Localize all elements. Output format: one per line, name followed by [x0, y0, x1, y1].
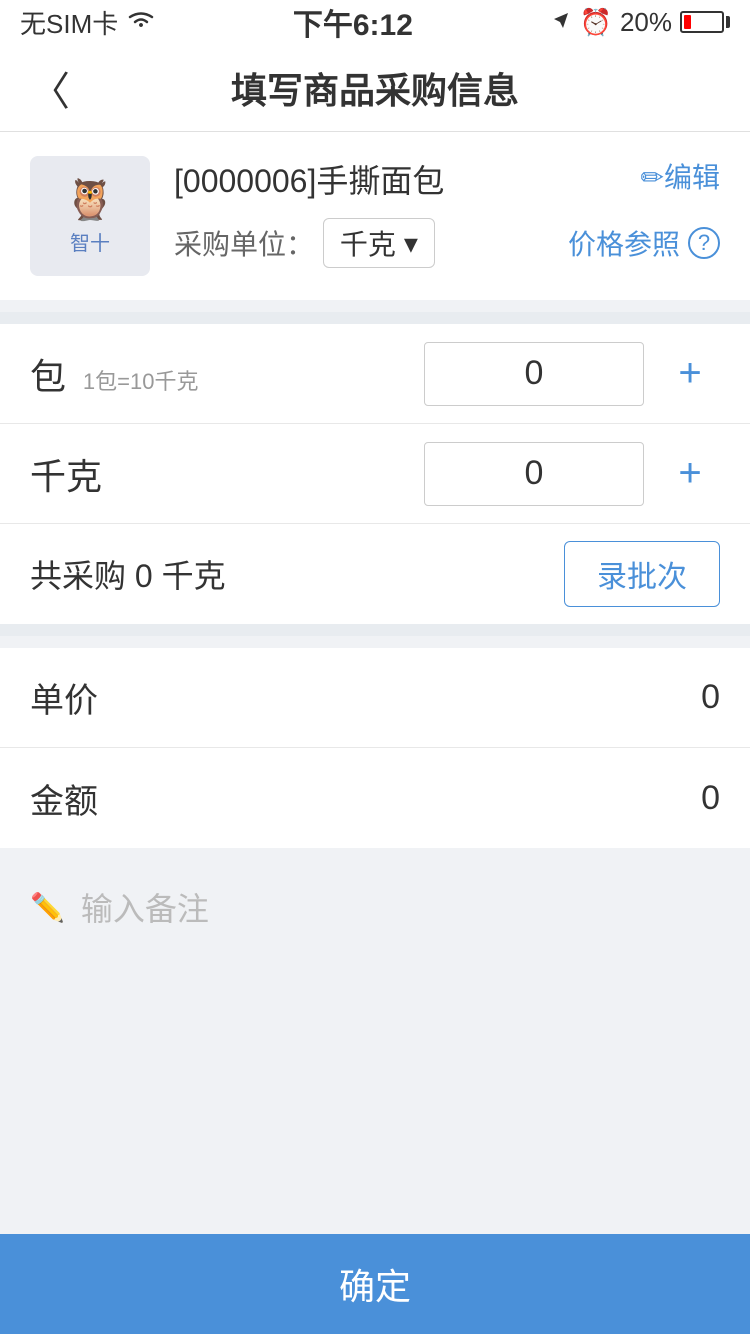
wifi-icon [126, 7, 156, 38]
amount-label: 金额 [30, 774, 98, 823]
nav-bar: 〈 填写商品采购信息 [0, 44, 750, 132]
summary-section: 共采购 0 千克 录批次 [0, 524, 750, 624]
product-info: [0000006]手撕面包 ✏编辑 采购单位： 千克 ▾ 价格参照 ? [174, 156, 720, 268]
section-divider-1 [0, 312, 750, 324]
bag-quantity-input[interactable] [424, 342, 644, 406]
alarm-icon: ⏰ [580, 7, 612, 38]
section-divider-2 [0, 624, 750, 636]
product-name: [0000006]手撕面包 [174, 156, 444, 202]
carrier-label: 无SIM卡 [20, 4, 118, 41]
status-time: 下午6:12 [293, 0, 413, 44]
unit-label: 采购单位： [174, 229, 314, 260]
product-card: 🦉 智十 [0000006]手撕面包 ✏编辑 采购单位： 千克 ▾ 价格参照 ? [0, 132, 750, 300]
product-unit-row: 采购单位： 千克 ▾ 价格参照 ? [174, 218, 720, 268]
kg-plus-button[interactable]: + [660, 444, 720, 504]
bag-row: 包 1包=10千克 + [0, 324, 750, 424]
summary-text: 共采购 0 千克 [30, 551, 226, 597]
product-header: [0000006]手撕面包 ✏编辑 [174, 156, 720, 202]
bag-label: 包 [30, 356, 66, 397]
page-title: 填写商品采购信息 [231, 62, 519, 114]
bottom-spacer [0, 954, 750, 1264]
back-button[interactable]: 〈 [30, 59, 90, 117]
unit-price-value: 0 [701, 678, 720, 717]
unit-selector-area: 采购单位： 千克 ▾ [174, 218, 435, 268]
product-image: 🦉 智十 [30, 156, 150, 276]
dropdown-arrow: ▾ [404, 227, 418, 260]
pencil-icon: ✏️ [30, 891, 65, 924]
remark-section[interactable]: ✏️ 输入备注 [0, 860, 750, 954]
battery-icon [680, 11, 730, 33]
price-ref-button[interactable]: 价格参照 ? [568, 223, 720, 263]
status-right: ⏰ 20% [550, 7, 730, 38]
status-bar: 无SIM卡 下午6:12 ⏰ 20% [0, 0, 750, 44]
unit-select[interactable]: 千克 ▾ [323, 218, 435, 268]
kg-quantity-input[interactable] [424, 442, 644, 506]
kg-input-wrapper: + [150, 442, 720, 506]
bag-input-wrapper: + [198, 342, 720, 406]
kg-row: 千克 + [0, 424, 750, 524]
bag-plus-button[interactable]: + [660, 344, 720, 404]
price-section: 单价 0 金额 0 [0, 648, 750, 848]
status-left: 无SIM卡 [20, 4, 156, 41]
help-icon: ? [688, 227, 720, 259]
remark-placeholder: 输入备注 [81, 884, 209, 930]
amount-row: 金额 0 [0, 748, 750, 848]
edit-button[interactable]: ✏编辑 [641, 156, 720, 196]
kg-label: 千克 [30, 456, 102, 497]
unit-price-label: 单价 [30, 673, 98, 722]
bag-label-area: 包 1包=10千克 [30, 348, 198, 400]
confirm-button[interactable]: 确定 [0, 1234, 750, 1334]
battery-percent: 20% [620, 7, 672, 38]
input-section: 包 1包=10千克 + 千克 + [0, 324, 750, 524]
owl-label: 智十 [70, 227, 110, 256]
bag-sub-label: 1包=10千克 [83, 369, 199, 394]
price-ref-label: 价格参照 [568, 223, 680, 263]
kg-label-area: 千克 [30, 448, 150, 500]
batch-button[interactable]: 录批次 [564, 541, 720, 607]
unit-value: 千克 [340, 223, 396, 263]
unit-price-row: 单价 0 [0, 648, 750, 748]
amount-value: 0 [701, 779, 720, 818]
owl-icon: 🦉 [65, 176, 115, 223]
location-icon [550, 7, 572, 38]
